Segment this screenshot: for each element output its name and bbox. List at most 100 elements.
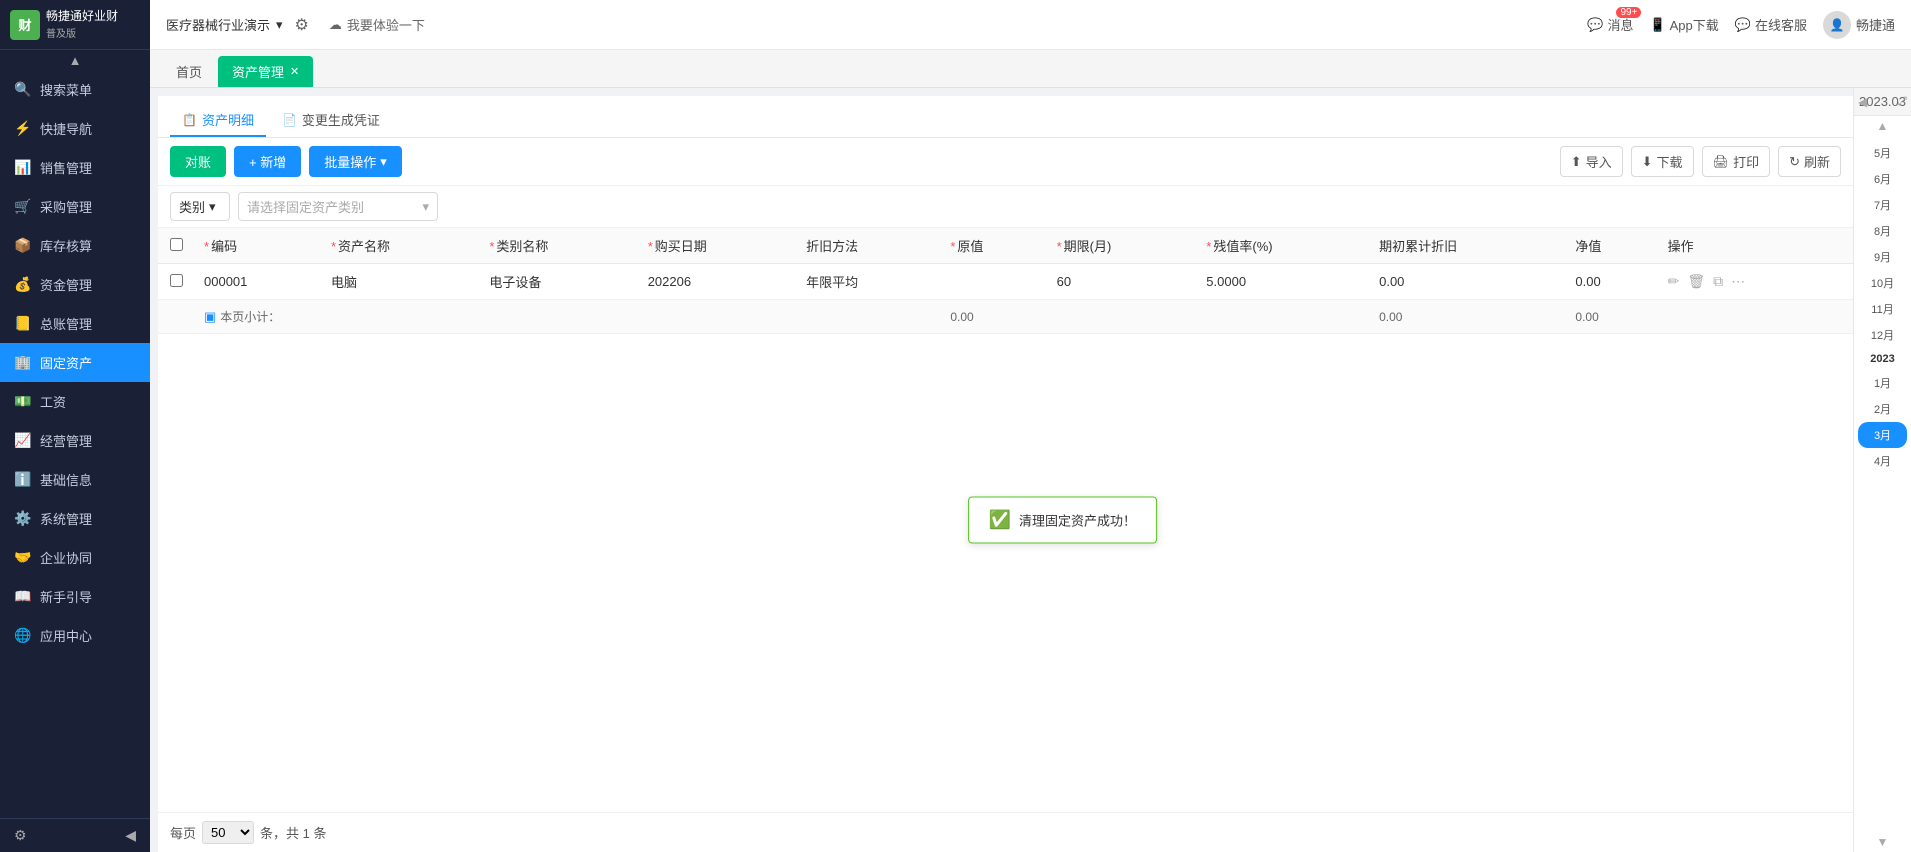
col-period: *期限(月) — [1047, 228, 1197, 264]
company-dropdown-icon: ▾ — [276, 17, 283, 33]
tabbar: 首页资产管理 ✕ — [150, 50, 1911, 88]
sidebar-item-purchase[interactable]: 🛒 采购管理 — [0, 187, 150, 226]
sidebar-logo: 财 畅捷通好业财 普及版 — [0, 0, 150, 50]
user-menu[interactable]: 👤 畅捷通 — [1823, 11, 1895, 39]
refresh-button[interactable]: ↻ 刷新 — [1778, 146, 1841, 177]
app-center-icon: 🌐 — [14, 627, 32, 644]
per-page-select[interactable]: 102050100 — [202, 821, 254, 844]
timeline-item[interactable]: 1月 — [1854, 370, 1911, 396]
logo-text: 畅捷通好业财 — [46, 9, 118, 25]
cell-code: 000001 — [194, 264, 321, 300]
right-panel-toggle-icon[interactable]: ◀ — [1858, 95, 1867, 109]
collapse-icon[interactable]: ◀ — [125, 827, 136, 844]
timeline-item-current[interactable]: 3月 — [1858, 422, 1907, 448]
download-button[interactable]: ⬇ 下载 — [1631, 146, 1694, 177]
print-icon: 🖨 — [1713, 154, 1730, 170]
timeline-item[interactable]: 4月 — [1854, 448, 1911, 474]
sidebar-item-quick-nav[interactable]: ⚡ 快捷导航 — [0, 109, 150, 148]
download-label: 下载 — [1657, 152, 1683, 171]
timeline-item[interactable]: 2023 — [1854, 348, 1911, 370]
sidebar-item-funds[interactable]: 💰 资金管理 — [0, 265, 150, 304]
topbar: 医疗器械行业演示 ▾ ⚙ ☁ 我要体验一下 💬 消息 99+ 📱 App下载 💬… — [150, 0, 1911, 50]
system-label: 系统管理 — [40, 509, 92, 528]
sidebar-item-operations[interactable]: 📈 经营管理 — [0, 421, 150, 460]
tab-home[interactable]: 首页 — [162, 56, 216, 87]
category-input[interactable]: 请选择固定资产类别 ▾ — [238, 192, 438, 221]
delete-icon[interactable]: 🗑 — [1687, 273, 1705, 290]
funds-icon: 💰 — [14, 276, 32, 293]
sidebar-item-ledger[interactable]: 📒 总账管理 — [0, 304, 150, 343]
print-button[interactable]: 🖨 打印 — [1702, 146, 1771, 177]
subtotal-ops — [1658, 300, 1853, 334]
timeline-scroll-up[interactable]: ▲ — [1877, 116, 1889, 136]
online-service-button[interactable]: 💬 在线客服 — [1735, 15, 1807, 34]
subtab-change-voucher[interactable]: 📄 变更生成凭证 — [270, 104, 392, 137]
timeline-item[interactable]: 5月 — [1854, 140, 1911, 166]
import-button[interactable]: ⬆ 导入 — [1560, 146, 1623, 177]
sales-icon: 📊 — [14, 159, 32, 176]
add-button[interactable]: + 新增 — [234, 146, 301, 177]
sidebar-item-payroll[interactable]: 💵 工资 — [0, 382, 150, 421]
print-label: 打印 — [1733, 152, 1759, 171]
select-all-checkbox[interactable] — [170, 238, 183, 251]
sidebar-item-system[interactable]: ⚙️ 系统管理 — [0, 499, 150, 538]
sidebar-item-app-center[interactable]: 🌐 应用中心 — [0, 616, 150, 655]
enterprise-icon: 🤝 — [14, 549, 32, 566]
tab-asset-management[interactable]: 资产管理 ✕ — [218, 56, 313, 87]
sidebar-item-guide[interactable]: 📖 新手引导 — [0, 577, 150, 616]
tab-close-icon[interactable]: ✕ — [290, 65, 299, 78]
subtab-asset-detail[interactable]: 📋 资产明细 — [170, 104, 266, 137]
experience-button[interactable]: ☁ 我要体验一下 — [329, 15, 425, 34]
col-initial-depreciation: 期初累计折旧 — [1369, 228, 1565, 264]
reconcile-button[interactable]: 对账 — [170, 146, 226, 177]
sidebar-item-inventory[interactable]: 📦 库存核算 — [0, 226, 150, 265]
fixed-assets-label: 固定资产 — [40, 353, 92, 372]
settings-icon[interactable]: ⚙ — [14, 827, 27, 844]
more-icon[interactable]: ⋯ — [1731, 273, 1745, 290]
sidebar-nav: 🔍 搜索菜单 ⚡ 快捷导航 📊 销售管理 🛒 采购管理 📦 库存核算 💰 资金管… — [0, 70, 150, 818]
right-panel-header: ◀ 2023.03 ⤢ — [1854, 88, 1911, 116]
user-name: 畅捷通 — [1856, 15, 1895, 34]
guide-label: 新手引导 — [40, 587, 92, 606]
timeline-item[interactable]: 11月 — [1854, 296, 1911, 322]
row-checkbox[interactable] — [170, 274, 183, 287]
tab-label: 资产管理 — [232, 62, 284, 81]
timeline-item[interactable]: 12月 — [1854, 322, 1911, 348]
col-code: *编码 — [194, 228, 321, 264]
batch-operation-button[interactable]: 批量操作 ▾ — [309, 146, 402, 177]
timeline-item[interactable]: 10月 — [1854, 270, 1911, 296]
copy-icon[interactable]: ⧉ — [1713, 273, 1723, 290]
sidebar-item-sales[interactable]: 📊 销售管理 — [0, 148, 150, 187]
sidebar-item-search[interactable]: 🔍 搜索菜单 — [0, 70, 150, 109]
timeline-item[interactable]: 8月 — [1854, 218, 1911, 244]
category-select-arrow-icon: ▾ — [209, 199, 216, 215]
app-download-button[interactable]: 📱 App下载 — [1649, 15, 1718, 34]
per-page-label: 每页 — [170, 823, 196, 842]
messages-icon: 💬 — [1587, 17, 1603, 33]
basic-info-icon: ℹ️ — [14, 471, 32, 488]
sidebar-item-basic-info[interactable]: ℹ️ 基础信息 — [0, 460, 150, 499]
timeline: 5月6月7月8月9月10月11月12月20231月2月3月4月 — [1854, 136, 1911, 832]
table-body: 000001 电脑 电子设备 202206 年限平均 60 5.0000 0.0… — [158, 264, 1853, 334]
messages-button[interactable]: 💬 消息 99+ — [1587, 15, 1633, 34]
online-service-icon: 💬 — [1735, 17, 1751, 33]
company-selector[interactable]: 医疗器械行业演示 ▾ — [166, 15, 283, 34]
timeline-scroll-down[interactable]: ▼ — [1877, 832, 1889, 852]
timeline-item[interactable]: 9月 — [1854, 244, 1911, 270]
refresh-icon: ↻ — [1789, 154, 1800, 170]
cell-initial-depreciation: 0.00 — [1369, 264, 1565, 300]
sidebar-scroll-up[interactable]: ▲ — [0, 50, 150, 70]
batch-arrow-icon: ▾ — [380, 154, 387, 170]
success-message: 清理固定资产成功！ — [1019, 511, 1136, 530]
edit-icon[interactable]: ✏ — [1668, 273, 1680, 290]
sidebar-item-enterprise[interactable]: 🤝 企业协同 — [0, 538, 150, 577]
category-select[interactable]: 类别 ▾ — [170, 192, 230, 221]
sidebar-item-fixed-assets[interactable]: 🏢 固定资产 — [0, 343, 150, 382]
timeline-item[interactable]: 6月 — [1854, 166, 1911, 192]
subtotal-original-value: 0.00 — [940, 300, 1046, 334]
timeline-item[interactable]: 7月 — [1854, 192, 1911, 218]
payroll-icon: 💵 — [14, 393, 32, 410]
settings-gear-icon[interactable]: ⚙ — [295, 15, 309, 35]
right-panel-expand-icon[interactable]: ⤢ — [1897, 94, 1907, 109]
timeline-item[interactable]: 2月 — [1854, 396, 1911, 422]
